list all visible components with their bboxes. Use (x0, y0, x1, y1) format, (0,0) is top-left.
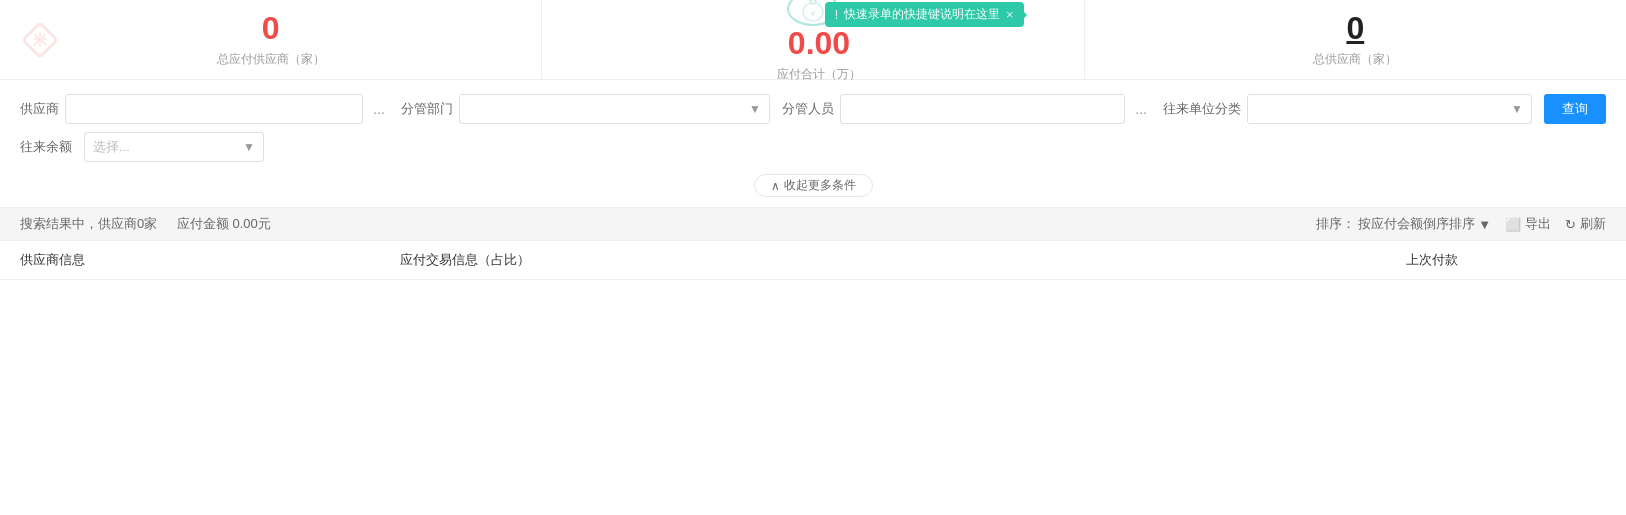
stat-payable-total: ¥ 0.00 应付合计（万） ! 快速录单的快捷键说明在这里 × (542, 0, 1084, 79)
supplier-input[interactable] (65, 94, 363, 124)
export-button[interactable]: ⬜ 导出 (1505, 215, 1551, 233)
department-filter-item: 分管部门 ▼ (401, 94, 770, 124)
person-ellipsis[interactable]: ... (1131, 99, 1151, 119)
balance-label: 往来余额 (20, 138, 72, 156)
unit-category-select[interactable]: ▼ (1247, 94, 1532, 124)
person-label: 分管人员 (782, 100, 834, 118)
svg-point-3 (810, 0, 815, 5)
payable-total-number: 0.00 (788, 26, 850, 61)
collapse-label: 收起更多条件 (784, 177, 856, 194)
collapse-up-icon: ∧ (771, 179, 780, 193)
department-label: 分管部门 (401, 100, 453, 118)
person-filter-item: 分管人员 ... (782, 94, 1151, 124)
table-col-supplier-info: 供应商信息 (20, 251, 400, 269)
person-input[interactable] (840, 94, 1125, 124)
payable-suppliers-label: 总应付供应商（家） (217, 51, 325, 68)
svg-text:¥: ¥ (810, 9, 816, 18)
svg-text:米: 米 (32, 32, 48, 48)
result-amount: 应付金额 0.00元 (177, 216, 271, 231)
unit-category-filter-item: 往来单位分类 ▼ (1163, 94, 1532, 124)
query-button[interactable]: 查询 (1544, 94, 1606, 124)
collapse-button[interactable]: ∧ 收起更多条件 (754, 174, 873, 197)
table-content (0, 280, 1626, 515)
result-actions: 排序： 按应付会额倒序排序 ▼ ⬜ 导出 ↻ 刷新 (1316, 215, 1606, 233)
tooltip-close-button[interactable]: × (1006, 8, 1014, 21)
unit-category-chevron-icon: ▼ (1511, 102, 1523, 116)
refresh-label: 刷新 (1580, 215, 1606, 233)
diamond-icon: 米 (20, 20, 60, 60)
department-select[interactable]: ▼ (459, 94, 770, 124)
collapse-row: ∧ 收起更多条件 (20, 170, 1606, 199)
tooltip-exclamation: ! (835, 8, 838, 22)
result-info: 搜索结果中，供应商0家 应付金额 0.00元 (20, 215, 271, 233)
tooltip-dot (816, 83, 824, 87)
stat-total-suppliers: 0 总供应商（家） (1085, 0, 1626, 79)
export-icon: ⬜ (1505, 217, 1521, 232)
supplier-filter-item: 供应商 ... (20, 94, 389, 124)
filter-row-1: 供应商 ... 分管部门 ▼ 分管人员 ... 往来单位分类 ▼ (20, 94, 1606, 124)
sort-chevron-icon: ▼ (1478, 217, 1491, 232)
table-header: 供应商信息 应付交易信息（占比） 上次付款 (0, 241, 1626, 280)
sort-selector[interactable]: 排序： 按应付会额倒序排序 ▼ (1316, 215, 1491, 233)
table-col-last-payment: 上次付款 (1406, 251, 1606, 269)
balance-placeholder: 选择... (93, 138, 130, 156)
result-supplier-count: 搜索结果中，供应商0家 (20, 216, 157, 231)
table-col-transaction-info: 应付交易信息（占比） (400, 251, 1406, 269)
payable-suppliers-number: 0 (262, 11, 280, 46)
total-suppliers-number: 0 (1346, 11, 1364, 46)
total-suppliers-label: 总供应商（家） (1313, 51, 1397, 68)
balance-chevron-icon: ▼ (243, 140, 255, 154)
department-chevron-icon: ▼ (749, 102, 761, 116)
result-bar: 搜索结果中，供应商0家 应付金额 0.00元 排序： 按应付会额倒序排序 ▼ ⬜… (0, 208, 1626, 241)
stats-bar: 米 0 总应付供应商（家） ¥ 0.00 应付合计（万） ! 快速录单的快捷键说… (0, 0, 1626, 80)
filter-row-2: 往来余额 选择... ▼ (20, 132, 340, 162)
unit-category-label: 往来单位分类 (1163, 100, 1241, 118)
stat-payable-suppliers: 米 0 总应付供应商（家） (0, 0, 542, 79)
sort-text: 排序： (1316, 215, 1355, 233)
supplier-ellipsis[interactable]: ... (369, 99, 389, 119)
supplier-label: 供应商 (20, 100, 59, 118)
export-label: 导出 (1525, 215, 1551, 233)
sort-option-text: 按应付会额倒序排序 (1358, 215, 1475, 233)
refresh-button[interactable]: ↻ 刷新 (1565, 215, 1606, 233)
refresh-icon: ↻ (1565, 217, 1576, 232)
payable-total-label: 应付合计（万） (777, 66, 861, 83)
balance-select[interactable]: 选择... ▼ (84, 132, 264, 162)
filter-area: 供应商 ... 分管部门 ▼ 分管人员 ... 往来单位分类 ▼ (0, 80, 1626, 208)
shortcut-tooltip: ! 快速录单的快捷键说明在这里 × (825, 2, 1024, 27)
tooltip-text: 快速录单的快捷键说明在这里 (844, 6, 1000, 23)
